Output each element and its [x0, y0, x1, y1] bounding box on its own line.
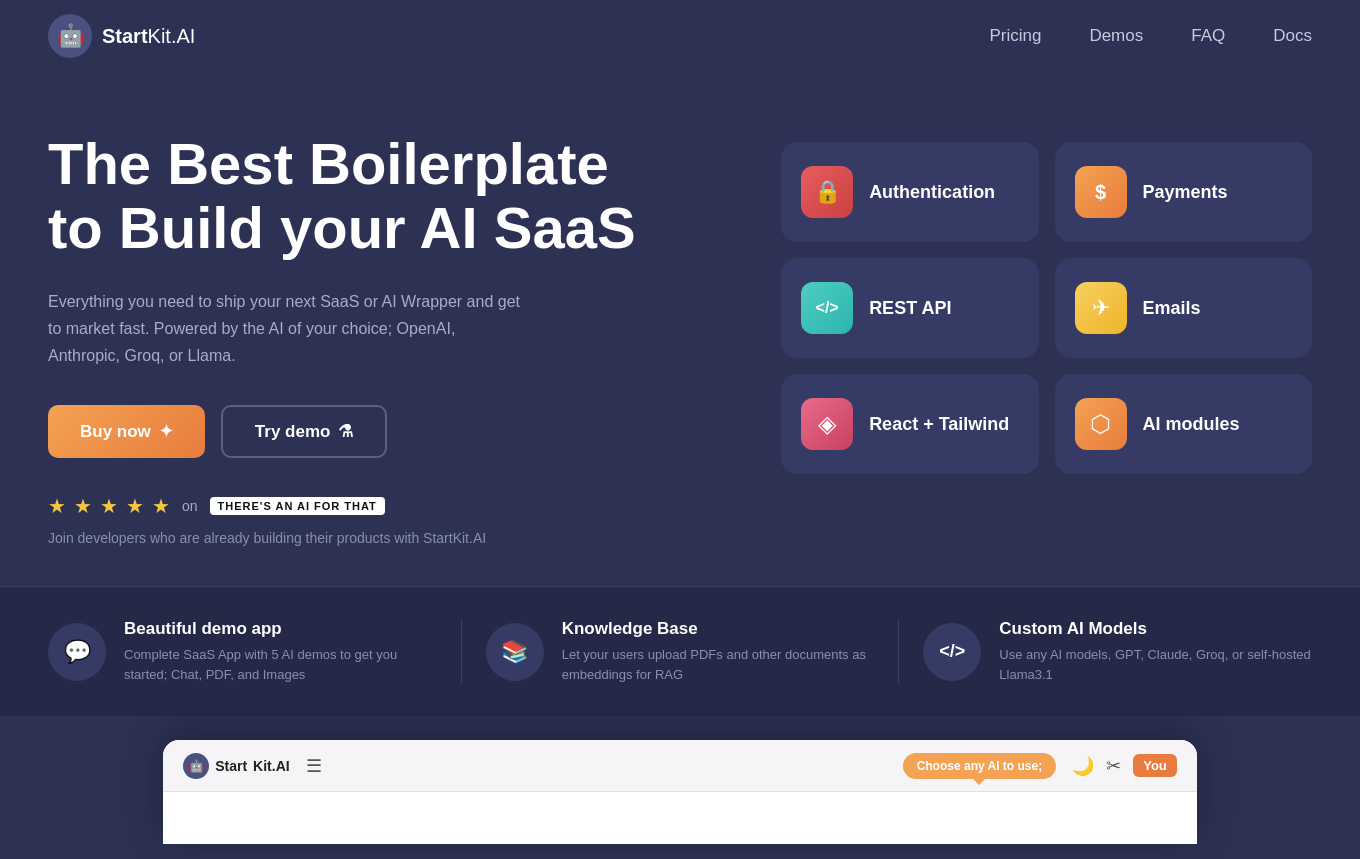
- nav-pricing[interactable]: Pricing: [989, 26, 1041, 45]
- knowledge-base-title: Knowledge Base: [562, 619, 875, 639]
- nav-faq[interactable]: FAQ: [1191, 26, 1225, 45]
- nav-demos[interactable]: Demos: [1089, 26, 1143, 45]
- hero-title: The Best Boilerplate to Build your AI Sa…: [48, 132, 743, 260]
- logo-link[interactable]: 🤖 StartKit.AI: [48, 14, 195, 58]
- feature-authentication: 🔒 Authentication: [781, 142, 1038, 242]
- dark-mode-icon[interactable]: 🌙: [1072, 755, 1094, 777]
- star-5: ★: [152, 494, 170, 518]
- join-text: Join developers who are already building…: [48, 530, 743, 546]
- rest-api-label: REST API: [869, 298, 951, 319]
- custom-ai-title: Custom AI Models: [999, 619, 1312, 639]
- buy-now-button[interactable]: Buy now ✦: [48, 405, 205, 458]
- preview-logo-icon: 🤖: [183, 753, 209, 779]
- demo-app-desc: Complete SaaS App with 5 AI demos to get…: [124, 645, 437, 684]
- nav-docs[interactable]: Docs: [1273, 26, 1312, 45]
- bottom-feat-ai-models: </> Custom AI Models Use any AI models, …: [923, 619, 1312, 684]
- preview-window: 🤖 StartKit.AI ☰ Choose any AI to use; 🌙 …: [163, 740, 1197, 844]
- bottom-features: 💬 Beautiful demo app Complete SaaS App w…: [0, 586, 1360, 716]
- ai-tooltip: Choose any AI to use;: [903, 753, 1057, 779]
- custom-ai-desc: Use any AI models, GPT, Claude, Groq, or…: [999, 645, 1312, 684]
- star-2: ★: [74, 494, 92, 518]
- emails-icon: ✈: [1075, 282, 1127, 334]
- ai-modules-icon: ⬡: [1075, 398, 1127, 450]
- user-avatar[interactable]: You: [1133, 754, 1177, 777]
- feature-grid: 🔒 Authentication $ Payments </> REST API…: [781, 132, 1312, 474]
- authentication-label: Authentication: [869, 182, 995, 203]
- feature-payments: $ Payments: [1055, 142, 1312, 242]
- hero-section: The Best Boilerplate to Build your AI Sa…: [0, 72, 1360, 586]
- bottom-feat-demo: 💬 Beautiful demo app Complete SaaS App w…: [48, 619, 462, 684]
- ai-modules-label: AI modules: [1143, 414, 1240, 435]
- preview-controls: 🌙 ✂ You: [1072, 754, 1177, 777]
- flask-icon: ⚗: [338, 421, 353, 442]
- hero-description: Everything you need to ship your next Sa…: [48, 288, 528, 370]
- feature-ai-modules: ⬡ AI modules: [1055, 374, 1312, 474]
- hero-buttons: Buy now ✦ Try demo ⚗: [48, 405, 743, 458]
- react-tailwind-icon: ◈: [801, 398, 853, 450]
- feature-emails: ✈ Emails: [1055, 258, 1312, 358]
- knowledge-base-icon: 📚: [486, 623, 544, 681]
- star-1: ★: [48, 494, 66, 518]
- feature-rest-api: </> REST API: [781, 258, 1038, 358]
- cut-icon[interactable]: ✂: [1106, 755, 1121, 777]
- emails-label: Emails: [1143, 298, 1201, 319]
- stars-row: ★ ★ ★ ★ ★ on THERE'S AN AI FOR THAT: [48, 494, 743, 518]
- navbar: 🤖 StartKit.AI Pricing Demos FAQ Docs: [0, 0, 1360, 72]
- sparkle-icon: ✦: [159, 421, 173, 442]
- logo-icon: 🤖: [48, 14, 92, 58]
- react-tailwind-label: React + Tailwind: [869, 414, 1009, 435]
- knowledge-base-desc: Let your users upload PDFs and other doc…: [562, 645, 875, 684]
- demo-app-icon: 💬: [48, 623, 106, 681]
- hero-left: The Best Boilerplate to Build your AI Sa…: [48, 132, 743, 546]
- demo-app-title: Beautiful demo app: [124, 619, 437, 639]
- preview-menu-icon[interactable]: ☰: [306, 755, 322, 777]
- star-4: ★: [126, 494, 144, 518]
- authentication-icon: 🔒: [801, 166, 853, 218]
- preview-bar: 🤖 StartKit.AI ☰ Choose any AI to use; 🌙 …: [163, 740, 1197, 792]
- rest-api-icon: </>: [801, 282, 853, 334]
- bottom-feat-knowledge: 📚 Knowledge Base Let your users upload P…: [486, 619, 900, 684]
- feature-react-tailwind: ◈ React + Tailwind: [781, 374, 1038, 474]
- payments-icon: $: [1075, 166, 1127, 218]
- logo-text: StartKit.AI: [102, 25, 195, 48]
- preview-logo: 🤖 StartKit.AI: [183, 753, 289, 779]
- try-demo-button[interactable]: Try demo ⚗: [221, 405, 388, 458]
- star-3: ★: [100, 494, 118, 518]
- preview-section: 🤖 StartKit.AI ☰ Choose any AI to use; 🌙 …: [0, 716, 1360, 844]
- payments-label: Payments: [1143, 182, 1228, 203]
- ai-badge: THERE'S AN AI FOR THAT: [210, 497, 385, 515]
- preview-content: [163, 792, 1197, 844]
- custom-ai-icon: </>: [923, 623, 981, 681]
- nav-links: Pricing Demos FAQ Docs: [989, 26, 1312, 46]
